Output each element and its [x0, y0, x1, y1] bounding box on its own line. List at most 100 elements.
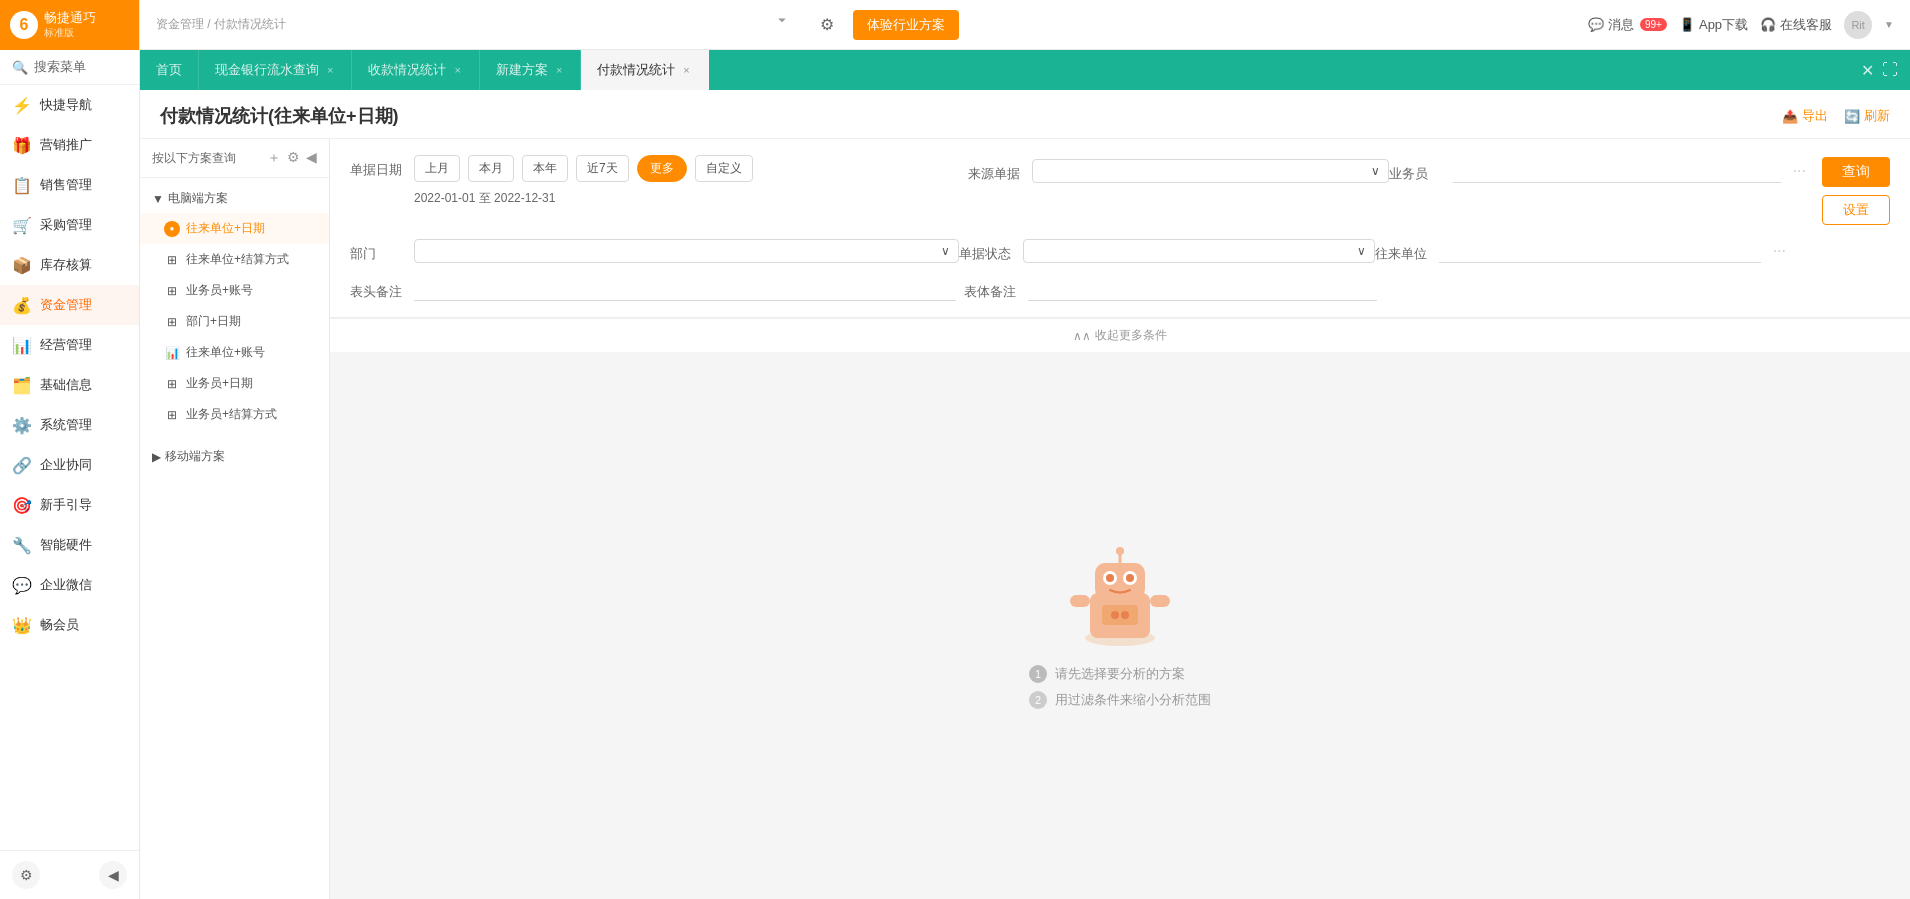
partner-input[interactable]: [1439, 240, 1761, 263]
sidebar-item-basic[interactable]: 🗂️ 基础信息: [0, 365, 139, 405]
maximize-btn[interactable]: ⛶: [1882, 61, 1898, 79]
svg-point-8: [1116, 547, 1124, 555]
sidebar-nav: ⚡ 快捷导航 🎁 营销推广 📋 销售管理 🛒 采购管理 📦 库存核算 💰 资金管…: [0, 85, 139, 850]
scheme-item-partner-settle[interactable]: ⊞ 往来单位+结算方式: [140, 244, 329, 275]
tab-bank-label: 现金银行流水查询: [215, 61, 319, 79]
mobile-group-header[interactable]: ▶ 移动端方案: [140, 442, 329, 471]
tab-new-scheme[interactable]: 新建方案 ×: [480, 50, 581, 90]
empty-tip-2: 2 用过滤条件来缩小分析范围: [1029, 691, 1211, 709]
marketing-icon: 🎁: [12, 135, 32, 155]
salesperson-input[interactable]: [1453, 160, 1781, 183]
empty-tips: 1 请先选择要分析的方案 2 用过滤条件来缩小分析范围: [1029, 665, 1211, 709]
tab-bank[interactable]: 现金银行流水查询 ×: [199, 50, 352, 90]
topbar-dropdown[interactable]: [773, 11, 801, 39]
sidebar-item-sales[interactable]: 📋 销售管理: [0, 165, 139, 205]
sidebar-item-member[interactable]: 👑 畅会员: [0, 605, 139, 645]
filter-area: 单据日期 上月 本月 本年 近7天 更多 自定义 2022-01-01 至 20…: [330, 139, 1910, 318]
tab-payment-close[interactable]: ×: [681, 62, 691, 78]
app-download-btn[interactable]: 📱 App下载: [1679, 16, 1748, 34]
sidebar-item-hardware[interactable]: 🔧 智能硬件: [0, 525, 139, 565]
search-label: 搜索菜单: [34, 58, 86, 76]
sidebar-collapse-btn[interactable]: ◀: [99, 861, 127, 889]
sidebar-item-operation[interactable]: 📊 经营管理: [0, 325, 139, 365]
inventory-icon: 📦: [12, 255, 32, 275]
salesperson-more-icon[interactable]: ···: [1789, 162, 1810, 180]
sidebar-item-label: 快捷导航: [40, 96, 92, 114]
date-last-month-btn[interactable]: 上月: [414, 155, 460, 182]
dept-select[interactable]: ∨: [414, 239, 959, 263]
sidebar-item-system[interactable]: ⚙️ 系统管理: [0, 405, 139, 445]
collapse-label: 收起更多条件: [1095, 327, 1167, 344]
header-note-input[interactable]: [414, 278, 956, 301]
date-last-7-btn[interactable]: 近7天: [576, 155, 629, 182]
scheme-collapse-icon[interactable]: ◀: [306, 149, 317, 167]
settings-btn[interactable]: 设置: [1822, 195, 1890, 225]
system-icon: ⚙️: [12, 415, 32, 435]
sidebar-settings-btn[interactable]: ⚙: [12, 861, 40, 889]
partner-more-icon[interactable]: ···: [1769, 242, 1790, 260]
search-menu[interactable]: 🔍 搜索菜单: [0, 50, 139, 85]
scheme-item-salesperson-settle[interactable]: ⊞ 业务员+结算方式: [140, 399, 329, 430]
svg-rect-2: [1095, 563, 1145, 599]
tab-new-scheme-close[interactable]: ×: [554, 62, 564, 78]
svg-point-12: [1111, 611, 1119, 619]
sidebar-item-guide[interactable]: 🎯 新手引导: [0, 485, 139, 525]
scheme-grid-icon: ⊞: [164, 407, 180, 423]
status-label: 单据状态: [959, 239, 1015, 263]
scheme-item-dept-date[interactable]: ⊞ 部门+日期: [140, 306, 329, 337]
page-header-actions: 📤 导出 🔄 刷新: [1782, 107, 1890, 125]
collapse-bar[interactable]: ∧∧ 收起更多条件: [330, 318, 1910, 352]
date-more-btn[interactable]: 更多: [637, 155, 687, 182]
purchase-icon: 🛒: [12, 215, 32, 235]
sidebar-item-quick-nav[interactable]: ⚡ 快捷导航: [0, 85, 139, 125]
refresh-btn[interactable]: 🔄 刷新: [1844, 107, 1890, 125]
scheme-settings-icon[interactable]: ⚙: [287, 149, 300, 167]
tab-receivable-close[interactable]: ×: [452, 62, 462, 78]
empty-illustration: [1060, 543, 1180, 653]
date-custom-btn[interactable]: 自定义: [695, 155, 753, 182]
sidebar-item-label: 资金管理: [40, 296, 92, 314]
sidebar-item-marketing[interactable]: 🎁 营销推广: [0, 125, 139, 165]
service-icon: 🎧: [1760, 17, 1776, 32]
date-this-year-btn[interactable]: 本年: [522, 155, 568, 182]
sidebar-item-wechat[interactable]: 💬 企业微信: [0, 565, 139, 605]
online-service-btn[interactable]: 🎧 在线客服: [1760, 16, 1832, 34]
scheme-item-partner-date[interactable]: ● 往来单位+日期: [140, 213, 329, 244]
dept-dropdown-icon: ∨: [941, 244, 950, 258]
scheme-item-salesperson-account[interactable]: ⊞ 业务员+账号: [140, 275, 329, 306]
date-filter-controls: 上月 本月 本年 近7天 更多 自定义 2022-01-01 至 2022-12…: [414, 155, 968, 207]
sidebar-item-finance[interactable]: 💰 资金管理: [0, 285, 139, 325]
tab-receivable[interactable]: 收款情况统计 ×: [352, 50, 479, 90]
sidebar-item-inventory[interactable]: 📦 库存核算: [0, 245, 139, 285]
body-note-input[interactable]: [1028, 278, 1377, 301]
status-select[interactable]: ∨: [1023, 239, 1374, 263]
sidebar-item-purchase[interactable]: 🛒 采购管理: [0, 205, 139, 245]
source-select[interactable]: ∨: [1032, 159, 1389, 183]
partner-label: 往来单位: [1375, 239, 1431, 263]
scheme-panel: 按以下方案查询 ＋ ⚙ ◀ ▼ 电脑端方案 ● 往来单位+日期: [140, 139, 330, 899]
sidebar-item-cooperation[interactable]: 🔗 企业协同: [0, 445, 139, 485]
window-controls: ✕ ⛶: [1849, 50, 1910, 90]
topbar-settings-icon[interactable]: ⚙: [813, 11, 841, 39]
close-window-btn[interactable]: ✕: [1861, 61, 1874, 80]
hardware-icon: 🔧: [12, 535, 32, 555]
query-btn[interactable]: 查询: [1822, 157, 1890, 187]
right-panel: 单据日期 上月 本月 本年 近7天 更多 自定义 2022-01-01 至 20…: [330, 139, 1910, 899]
tab-home[interactable]: 首页: [140, 50, 199, 90]
tab-payment[interactable]: 付款情况统计 ×: [581, 50, 708, 90]
desktop-group-header[interactable]: ▼ 电脑端方案: [140, 184, 329, 213]
user-dropdown-arrow[interactable]: ▼: [1884, 19, 1894, 30]
scheme-item-partner-account[interactable]: 📊 往来单位+账号: [140, 337, 329, 368]
export-btn[interactable]: 📤 导出: [1782, 107, 1828, 125]
app-logo: 6 畅捷通巧 标准版: [0, 0, 139, 50]
sidebar-item-label: 基础信息: [40, 376, 92, 394]
tab-bank-close[interactable]: ×: [325, 62, 335, 78]
user-avatar[interactable]: Rit: [1844, 11, 1872, 39]
trial-btn[interactable]: 体验行业方案: [853, 10, 959, 40]
scheme-add-icon[interactable]: ＋: [267, 149, 281, 167]
notification-btn[interactable]: 💬 消息 99+: [1588, 16, 1667, 34]
scheme-item-salesperson-date[interactable]: ⊞ 业务员+日期: [140, 368, 329, 399]
date-this-month-btn[interactable]: 本月: [468, 155, 514, 182]
scheme-active-icon: ●: [164, 221, 180, 237]
svg-rect-11: [1102, 605, 1138, 625]
